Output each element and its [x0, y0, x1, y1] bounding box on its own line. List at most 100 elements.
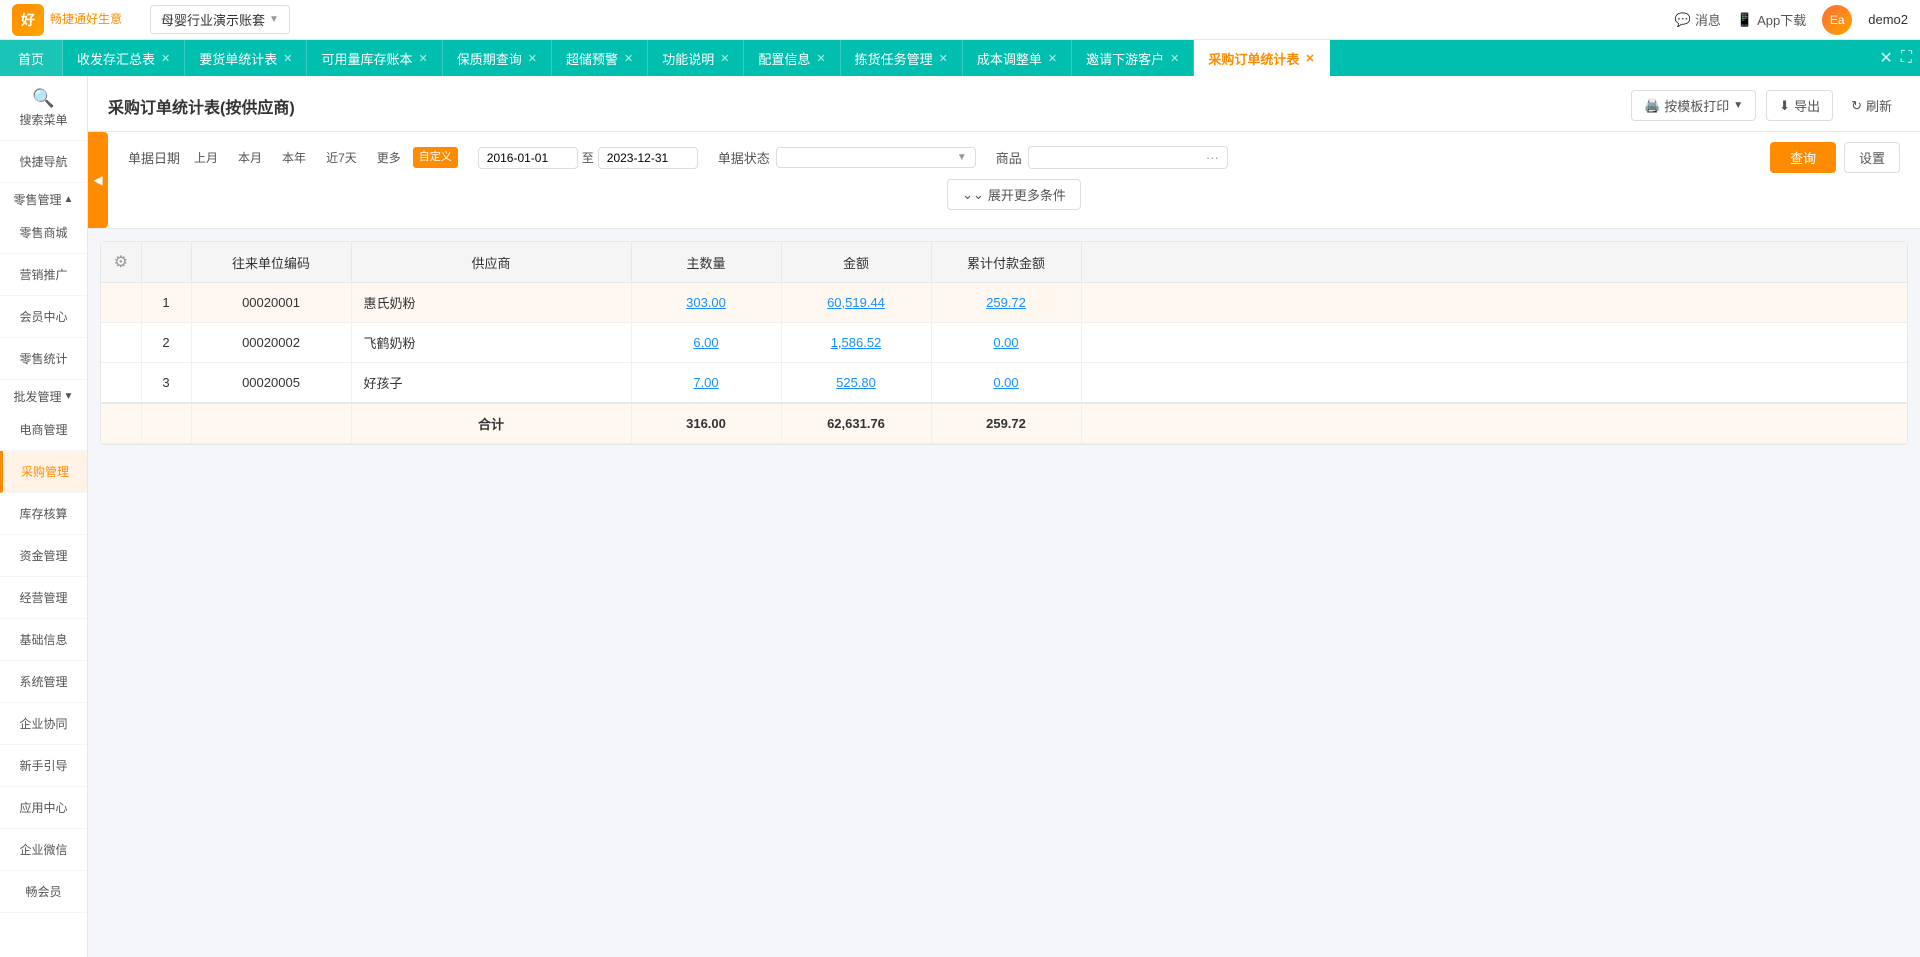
tab-available-stock-label: 可用量库存账本	[321, 49, 412, 68]
tab-pick-task[interactable]: 拣货任务管理 ✕	[841, 40, 963, 76]
sidebar-item-retail-mgmt[interactable]: 零售管理 ▲	[0, 183, 87, 212]
app-download-label: App下载	[1757, 10, 1806, 29]
tab-invite-downstream[interactable]: 邀请下游客户 ✕	[1072, 40, 1194, 76]
sidebar-item-enterprise-collab[interactable]: 企业协同	[0, 703, 87, 745]
sidebar-item-retail-stats[interactable]: 零售统计	[0, 338, 87, 380]
tab-config-info-label: 配置信息	[758, 49, 810, 68]
tab-over-stock-label: 超储预警	[566, 49, 618, 68]
row-amount[interactable]: 1,586.52	[781, 323, 931, 363]
footer-qty: 316.00	[631, 403, 781, 444]
close-icon[interactable]: ✕	[720, 52, 729, 65]
tab-home[interactable]: 首页	[0, 40, 63, 76]
row-qty[interactable]: 6.00	[631, 323, 781, 363]
sidebar-item-search[interactable]: 🔍 搜索菜单	[0, 76, 87, 141]
sidebar-item-enterprise-wechat[interactable]: 企业微信	[0, 829, 87, 871]
row-paid[interactable]: 0.00	[931, 363, 1081, 404]
tab-purchase-stats[interactable]: 采购订单统计表 ✕	[1194, 40, 1329, 76]
tab-purchase-stats-label: 采购订单统计表	[1208, 49, 1299, 68]
filter-collapse-btn[interactable]: ◀	[88, 132, 108, 228]
close-icon[interactable]: ✕	[939, 52, 948, 65]
goods-input[interactable]: ···	[1028, 146, 1228, 169]
filter-right-btns: 查询 设置	[1770, 142, 1900, 173]
tab-expiry-query[interactable]: 保质期查询 ✕	[443, 40, 552, 76]
tab-receive-summary[interactable]: 收发存汇总表 ✕	[63, 40, 185, 76]
row-amount[interactable]: 525.80	[781, 363, 931, 404]
refresh-icon: ↻	[1851, 98, 1862, 114]
chevron-down-icon: ▼	[269, 14, 279, 25]
sidebar-item-wholesale-mgmt[interactable]: 批发管理 ▼	[0, 380, 87, 409]
refresh-label: 刷新	[1866, 96, 1892, 115]
date-range: 至	[478, 147, 698, 169]
expand-icon: ⌄⌄	[962, 187, 984, 203]
close-icon[interactable]: ✕	[419, 52, 428, 65]
sidebar-item-inventory[interactable]: 库存核算	[0, 493, 87, 535]
username[interactable]: demo2	[1868, 12, 1908, 27]
refresh-button[interactable]: ↻ 刷新	[1843, 91, 1900, 120]
sidebar-item-new-guide[interactable]: 新手引导	[0, 745, 87, 787]
maximize-icon[interactable]: ⛶	[1901, 49, 1912, 67]
tab-config-info[interactable]: 配置信息 ✕	[744, 40, 840, 76]
tab-available-stock[interactable]: 可用量库存账本 ✕	[307, 40, 442, 76]
row-qty[interactable]: 303.00	[631, 283, 781, 323]
status-dropdown-icon: ▼	[957, 152, 967, 163]
date-btn-this-year[interactable]: 本年	[274, 147, 314, 168]
status-select[interactable]: ▼	[776, 147, 976, 168]
table-row: 3 00020005 好孩子 7.00 525.80 0.00	[101, 363, 1907, 404]
sidebar-item-quick-nav[interactable]: 快捷导航	[0, 141, 87, 183]
tab-func-desc[interactable]: 功能说明 ✕	[648, 40, 744, 76]
date-to-input[interactable]	[598, 147, 698, 169]
tab-over-stock[interactable]: 超储预警 ✕	[552, 40, 648, 76]
avatar[interactable]: Ea	[1822, 5, 1852, 35]
top-bar-right: 💬 消息 📱 App下载 Ea demo2	[1675, 5, 1908, 35]
settings-gear-icon[interactable]: ⚙	[114, 254, 128, 271]
date-btn-prev-month[interactable]: 上月	[186, 147, 226, 168]
close-icon[interactable]: ✕	[161, 52, 170, 65]
row-amount[interactable]: 60,519.44	[781, 283, 931, 323]
sidebar-item-ops-mgmt[interactable]: 经营管理	[0, 577, 87, 619]
sidebar-item-member-center[interactable]: 会员中心	[0, 296, 87, 338]
tab-goods-stats[interactable]: 要货单统计表 ✕	[185, 40, 307, 76]
close-icon[interactable]: ✕	[624, 52, 633, 65]
close-icon[interactable]: ✕	[528, 52, 537, 65]
sidebar-item-retail-shop[interactable]: 零售商城	[0, 212, 87, 254]
row-paid[interactable]: 0.00	[931, 323, 1081, 363]
close-icon[interactable]: ✕	[283, 52, 292, 65]
sidebar-retail-stats-label: 零售统计	[19, 352, 67, 366]
close-icon[interactable]: ✕	[816, 52, 825, 65]
close-window-icon[interactable]: ✕	[1879, 48, 1892, 68]
logo-area: 好 畅捷通好生意	[12, 4, 122, 36]
print-button[interactable]: 🖨️ 按模板打印 ▼	[1631, 90, 1756, 121]
sidebar-item-marketing[interactable]: 营销推广	[0, 254, 87, 296]
tab-cost-adjust[interactable]: 成本调整单 ✕	[963, 40, 1072, 76]
col-index-header	[141, 242, 191, 283]
close-icon[interactable]: ✕	[1048, 52, 1057, 65]
date-btn-more[interactable]: 更多	[369, 147, 409, 168]
export-button[interactable]: ⬇ 导出	[1766, 90, 1833, 121]
sidebar-item-ecommerce[interactable]: 电商管理	[0, 409, 87, 451]
workspace-selector[interactable]: 母婴行业演示账套 ▼	[150, 5, 290, 34]
sidebar-item-finance[interactable]: 资金管理	[0, 535, 87, 577]
table-footer-row: 合计 316.00 62,631.76 259.72	[101, 403, 1907, 444]
row-code: 00020005	[191, 363, 351, 404]
sidebar-item-vip[interactable]: 畅会员	[0, 871, 87, 913]
sidebar-item-sys-mgmt[interactable]: 系统管理	[0, 661, 87, 703]
row-qty[interactable]: 7.00	[631, 363, 781, 404]
sidebar-item-purchase-mgmt[interactable]: 采购管理	[0, 451, 87, 493]
date-btn-this-month[interactable]: 本月	[230, 147, 270, 168]
chevron-up-icon: ▲	[64, 194, 74, 205]
close-icon[interactable]: ✕	[1305, 52, 1314, 65]
app-download-btn[interactable]: 📱 App下载	[1737, 10, 1806, 29]
search-button[interactable]: 查询	[1770, 142, 1836, 173]
row-index: 3	[141, 363, 191, 404]
col-paid-header: 累计付款金额	[931, 242, 1081, 283]
date-btn-7-days[interactable]: 近7天	[318, 147, 365, 168]
message-btn[interactable]: 💬 消息	[1675, 10, 1721, 29]
settings-button[interactable]: 设置	[1844, 142, 1900, 173]
close-icon[interactable]: ✕	[1170, 52, 1179, 65]
expand-conditions-btn[interactable]: ⌄⌄ 展开更多条件	[947, 179, 1081, 210]
sidebar-item-basic-info[interactable]: 基础信息	[0, 619, 87, 661]
sidebar-item-app-center[interactable]: 应用中心	[0, 787, 87, 829]
footer-amount: 62,631.76	[781, 403, 931, 444]
date-from-input[interactable]	[478, 147, 578, 169]
row-paid[interactable]: 259.72	[931, 283, 1081, 323]
